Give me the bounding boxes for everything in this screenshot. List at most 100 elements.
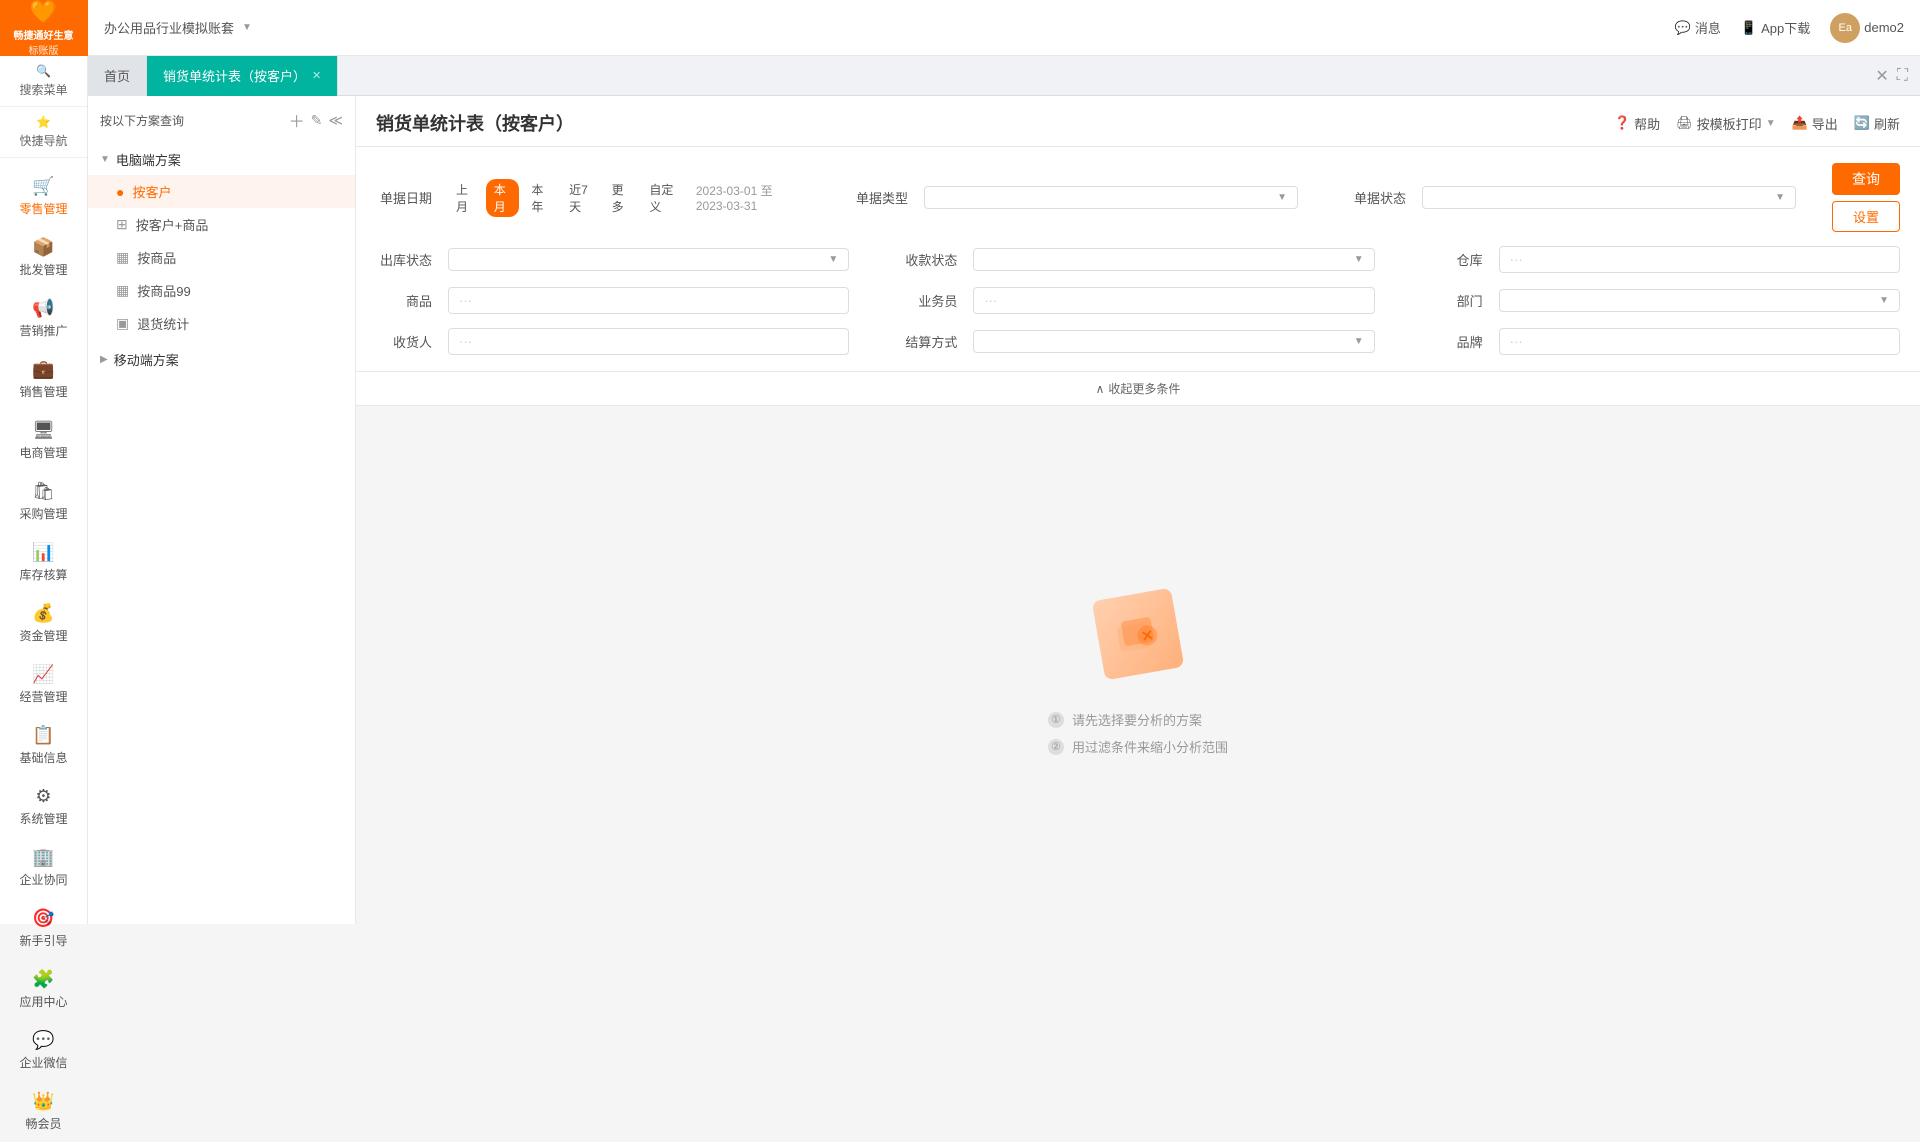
empty-tip-1: ① 请先选择要分析的方案	[1048, 710, 1228, 729]
collapse-panel-icon[interactable]: ≪	[328, 112, 343, 129]
sidebar-item-ecommerce[interactable]: 🖥 电商管理	[0, 410, 87, 471]
sidebar-label-member: 畅会员	[25, 1115, 61, 1132]
sidebar-label-inventory: 库存核算	[19, 566, 67, 583]
date-range-display: 2023-03-01 至 2023-03-31	[696, 182, 800, 213]
tab-home[interactable]: 首页	[88, 56, 147, 96]
page-header: 销货单统计表（按客户） ❓ 帮助 🖨 按模板打印 ▼ 📤 导出	[356, 96, 1920, 147]
app-download-button[interactable]: 📱 App下载	[1741, 18, 1810, 37]
brand-select[interactable]: ···	[1499, 328, 1900, 355]
window-close-icon[interactable]: ✕	[1875, 66, 1888, 86]
window-maximize-icon[interactable]: ⛶	[1897, 67, 1908, 85]
print-dropdown-icon[interactable]: ▼	[1766, 118, 1776, 129]
scheme-item-by-customer[interactable]: ● 按客户	[88, 175, 355, 208]
scheme-item-by-goods[interactable]: ▦ 按商品	[88, 241, 355, 274]
tip-text-1: 请先选择要分析的方案	[1072, 710, 1202, 729]
tab-close-icon[interactable]: ✕	[312, 69, 321, 82]
scheme-group-pc: ▼ 电脑端方案 ● 按客户 ⊞ 按客户+商品 ▦ 按商品 ▦	[88, 144, 355, 340]
order-status-select[interactable]: ▼	[1422, 186, 1796, 209]
settlement-arrow-icon: ▼	[1354, 336, 1364, 347]
date-pill-lastmonth[interactable]: 上月	[448, 179, 482, 217]
sidebar-item-retail[interactable]: 🛒 零售管理	[0, 166, 87, 227]
settings-button[interactable]: 设置	[1832, 201, 1900, 232]
sidebar-item-system[interactable]: ⚙ 系统管理	[0, 776, 87, 837]
sidebar-item-operations[interactable]: 📈 经营管理	[0, 654, 87, 715]
filter-area: 单据日期 上月 本月 本年 近7天 更多 自定义 2023-03-01 至 20…	[356, 147, 1920, 372]
operations-icon: 📈	[32, 664, 54, 685]
filter-row-3: 商品 ··· 业务员 ··· 部门 ▼	[376, 287, 1900, 314]
department-select[interactable]: ▼	[1499, 289, 1900, 312]
page-title: 销货单统计表（按客户）	[376, 110, 574, 136]
sidebar-item-wholesale[interactable]: 📦 批发管理	[0, 227, 87, 288]
payment-arrow-icon: ▼	[1354, 254, 1364, 265]
goods-select[interactable]: ···	[448, 287, 849, 314]
filter-row-1: 单据日期 上月 本月 本年 近7天 更多 自定义 2023-03-01 至 20…	[376, 163, 1900, 232]
date-pill-more[interactable]: 更多	[604, 179, 638, 217]
date-filter: 上月 本月 本年 近7天 更多 自定义 2023-03-01 至 2023-03…	[448, 179, 800, 217]
settlement-select[interactable]: ▼	[973, 330, 1374, 353]
export-button[interactable]: 📤 导出	[1792, 114, 1838, 133]
warehouse-value: ···	[1510, 252, 1523, 267]
sidebar-item-newuser[interactable]: 🎯 新手引导	[0, 898, 87, 959]
date-pill-thisyear[interactable]: 本年	[523, 179, 557, 217]
add-scheme-icon[interactable]: ＋	[289, 108, 305, 132]
order-type-select[interactable]: ▼	[924, 186, 1298, 209]
sidebar-item-basic[interactable]: 📋 基础信息	[0, 715, 87, 776]
scheme-item-by-goods-99[interactable]: ▦ 按商品99	[88, 274, 355, 307]
scheme-group-pc-header[interactable]: ▼ 电脑端方案	[88, 144, 355, 175]
receiver-value: ···	[459, 334, 472, 349]
salesperson-select[interactable]: ···	[973, 287, 1374, 314]
outbound-label: 出库状态	[376, 250, 432, 269]
table-icon-2: ▦	[116, 282, 129, 299]
scheme-item-by-customer-goods[interactable]: ⊞ 按客户+商品	[88, 208, 355, 241]
edit-scheme-icon[interactable]: ✎	[311, 112, 323, 129]
topbar-dropdown-icon[interactable]: ▼	[242, 22, 252, 33]
avatar-initials: Ea	[1839, 22, 1852, 34]
sidebar-item-marketing[interactable]: 📢 营销推广	[0, 288, 87, 349]
query-button[interactable]: 查询	[1832, 163, 1900, 195]
warehouse-select[interactable]: ···	[1499, 246, 1900, 273]
date-pill-7days[interactable]: 近7天	[561, 179, 600, 217]
sidebar-item-inventory[interactable]: 📊 库存核算	[0, 532, 87, 593]
sidebar-item-sales[interactable]: 💼 销售管理	[0, 349, 87, 410]
print-button[interactable]: 🖨 按模板打印 ▼	[1676, 114, 1775, 133]
scheme-group-mobile-header[interactable]: ▶ 移动端方案	[88, 344, 355, 375]
sidebar-item-wechat[interactable]: 💬 企业微信	[0, 1020, 87, 1081]
user-profile[interactable]: Ea demo2	[1830, 13, 1904, 43]
window-controls: ✕ ⛶	[1875, 66, 1920, 86]
empty-box-icon	[1092, 588, 1185, 681]
department-label: 部门	[1427, 291, 1483, 310]
message-button[interactable]: 💬 消息	[1675, 18, 1721, 37]
outbound-select[interactable]: ▼	[448, 248, 849, 271]
inventory-icon: 📊	[32, 542, 54, 563]
filter-row-2: 出库状态 ▼ 收款状态 ▼ 仓库 ···	[376, 246, 1900, 273]
collapse-bar[interactable]: ∧ 收起更多条件	[356, 372, 1920, 406]
sidebar-item-appcenter[interactable]: 🧩 应用中心	[0, 959, 87, 1020]
empty-illustration	[1078, 574, 1198, 694]
basic-icon: 📋	[32, 725, 54, 746]
quicknav-button[interactable]: ⭐ 快捷导航	[0, 107, 87, 158]
sidebar-item-enterprise[interactable]: 🏢 企业协同	[0, 837, 87, 898]
sidebar-item-member[interactable]: 👑 畅会员	[0, 1081, 87, 1142]
settlement-label: 结算方式	[901, 332, 957, 351]
sidebar-item-finance[interactable]: 💰 资金管理	[0, 593, 87, 654]
warehouse-label: 仓库	[1427, 250, 1483, 269]
payment-select[interactable]: ▼	[973, 248, 1374, 271]
scheme-item-refund-stats[interactable]: ▣ 退货统计	[88, 307, 355, 340]
topbar-title: 办公用品行业模拟账套	[104, 18, 234, 37]
pc-group-toggle-icon: ▼	[100, 154, 110, 165]
tab-sales-stats[interactable]: 销货单统计表（按客户） ✕	[147, 56, 338, 96]
date-pill-custom[interactable]: 自定义	[641, 179, 684, 217]
user-name: demo2	[1864, 20, 1904, 35]
search-menu-label: 搜索菜单	[19, 81, 67, 98]
date-pill-thismonth[interactable]: 本月	[486, 179, 520, 217]
app-logo[interactable]: 🧡 畅捷通好生意 标账版	[0, 0, 88, 56]
message-label: 消息	[1695, 18, 1721, 37]
receiver-select[interactable]: ···	[448, 328, 849, 355]
mobile-group-toggle-icon: ▶	[100, 354, 108, 365]
sidebar-item-purchase[interactable]: 🛍 采购管理	[0, 471, 87, 532]
refresh-button[interactable]: 🔄 刷新	[1854, 114, 1900, 133]
tip-num-2: ②	[1048, 739, 1064, 755]
newuser-icon: 🎯	[32, 908, 54, 929]
search-menu-button[interactable]: 🔍 搜索菜单	[0, 56, 87, 107]
help-button[interactable]: ❓ 帮助	[1614, 114, 1660, 133]
